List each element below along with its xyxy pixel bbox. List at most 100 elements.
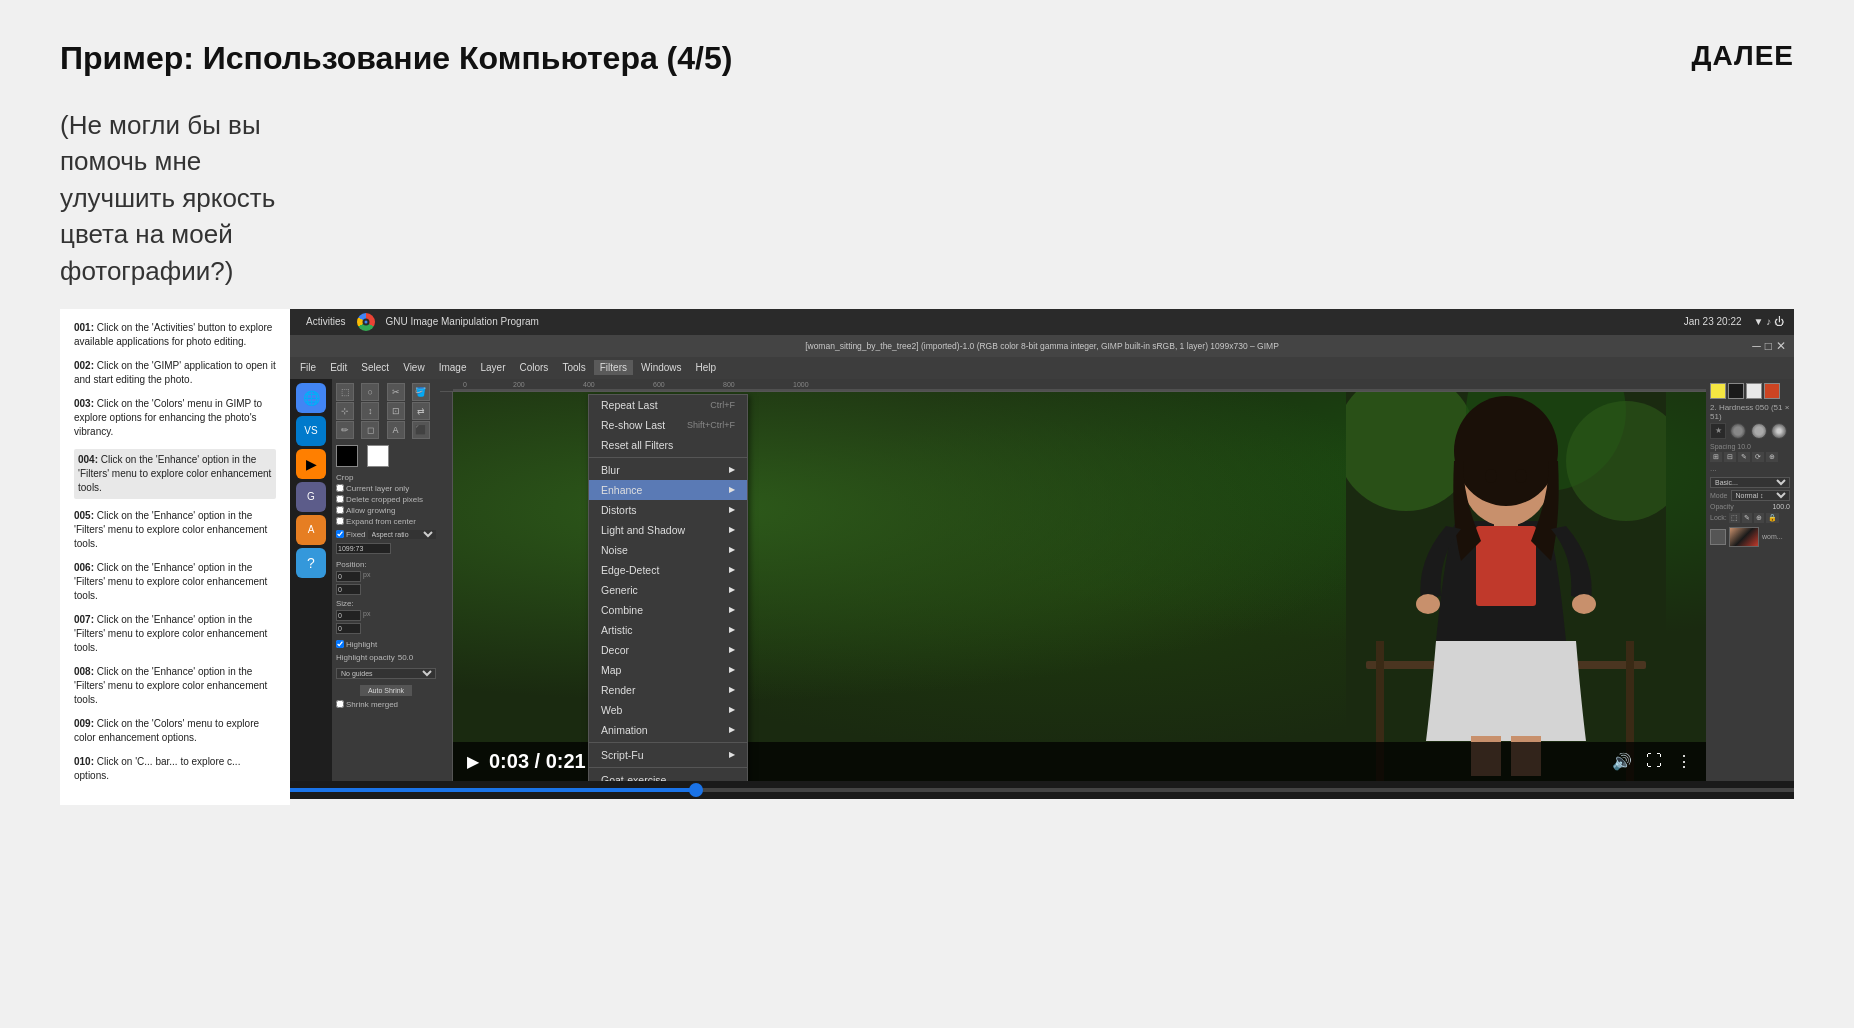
sidebar-icon-vlc[interactable]: ▶	[296, 449, 326, 479]
filter-noise[interactable]: Noise ▶	[589, 540, 747, 560]
menu-tools[interactable]: Tools	[556, 360, 591, 375]
menu-filters[interactable]: Filters	[594, 360, 633, 375]
filter-generic[interactable]: Generic ▶	[589, 580, 747, 600]
tool-btn-crop[interactable]: ⊹	[336, 402, 354, 420]
tool-btn-ellipse[interactable]: ○	[361, 383, 379, 401]
brush-ctrl-3[interactable]: ✎	[1738, 452, 1750, 462]
filter-script-fu[interactable]: Script-Fu ▶	[589, 745, 747, 765]
tool-btn-text[interactable]: A	[387, 421, 405, 439]
menu-colors[interactable]: Colors	[513, 360, 554, 375]
sidebar-icon-help[interactable]: ?	[296, 548, 326, 578]
step-009: 009: Click on the 'Colors' menu to explo…	[74, 717, 276, 745]
gimp-right-panel: 2. Hardness 050 (51 × 51) ★ Spacing 10.0…	[1706, 379, 1794, 781]
blending-mode-select[interactable]: Normal ↕	[1731, 490, 1790, 501]
menu-layer[interactable]: Layer	[474, 360, 511, 375]
filter-combine[interactable]: Combine ▶	[589, 600, 747, 620]
sidebar-icon-vscode[interactable]: VS	[296, 416, 326, 446]
tool-btn-eraser[interactable]: ◻	[361, 421, 379, 439]
menu-select[interactable]: Select	[355, 360, 395, 375]
menu-windows[interactable]: Windows	[635, 360, 688, 375]
fixed-select[interactable]: Aspect ratio	[368, 530, 436, 539]
filter-light-shadow[interactable]: Light and Shadow ▶	[589, 520, 747, 540]
menu-view[interactable]: View	[397, 360, 431, 375]
brush-ctrl-5[interactable]: ⊕	[1766, 452, 1778, 462]
size-w-input[interactable]	[336, 610, 361, 621]
sidebar-icon-gimp[interactable]: G	[296, 482, 326, 512]
filter-reset-all[interactable]: Reset all Filters	[589, 435, 747, 455]
filter-artistic[interactable]: Artistic ▶	[589, 620, 747, 640]
menu-image[interactable]: Image	[433, 360, 473, 375]
swatch-yellow[interactable]	[1710, 383, 1726, 399]
filter-decor[interactable]: Decor ▶	[589, 640, 747, 660]
filter-map[interactable]: Map ▶	[589, 660, 747, 680]
filter-distorts[interactable]: Distorts ▶	[589, 500, 747, 520]
filter-enhance[interactable]: Enhance ▶	[589, 480, 747, 500]
play-button[interactable]: ▶	[467, 752, 479, 771]
brush-circle2[interactable]	[1751, 423, 1767, 439]
filter-reshow-last[interactable]: Re-show Last Shift+Ctrl+F	[589, 415, 747, 435]
lock-paint[interactable]: ✎	[1742, 513, 1752, 523]
chrome-icon[interactable]	[357, 313, 375, 331]
background-color[interactable]	[367, 445, 389, 467]
tool-btn-perspective[interactable]: ⊡	[387, 402, 405, 420]
filter-blur[interactable]: Blur ▶	[589, 460, 747, 480]
tool-btn-transform[interactable]: ↕	[361, 402, 379, 420]
foreground-color[interactable]	[336, 445, 358, 467]
maximize-button[interactable]: □	[1765, 339, 1772, 353]
menu-edit[interactable]: Edit	[324, 360, 353, 375]
tool-btn-paint[interactable]: ✏	[336, 421, 354, 439]
expand-center-checkbox[interactable]	[336, 517, 344, 525]
menu-file[interactable]: File	[294, 360, 322, 375]
filter-animation[interactable]: Animation ▶	[589, 720, 747, 740]
brush-ctrl-2[interactable]: ⊟	[1724, 452, 1736, 462]
progress-handle[interactable]	[689, 783, 703, 797]
swatch-black[interactable]	[1728, 383, 1744, 399]
minimize-button[interactable]: ─	[1752, 339, 1761, 353]
lock-move[interactable]: ⊕	[1754, 513, 1764, 523]
delete-cropped-checkbox[interactable]	[336, 495, 344, 503]
tool-btn-bucket[interactable]: ⬛	[412, 421, 430, 439]
tool-btn-rect-select[interactable]: ⬚	[336, 383, 354, 401]
video-progress-bar[interactable]	[290, 781, 1794, 799]
lock-transparent[interactable]: ⬚	[1729, 513, 1740, 523]
brush-ctrl-1[interactable]: ⊞	[1710, 452, 1722, 462]
layer-eye[interactable]	[1710, 529, 1726, 545]
fullscreen-button[interactable]: ⛶	[1646, 752, 1662, 770]
close-button[interactable]: ✕	[1776, 339, 1786, 353]
sidebar-icon-app[interactable]: A	[296, 515, 326, 545]
layer-thumbnail[interactable]	[1729, 527, 1759, 547]
swatch-white[interactable]	[1746, 383, 1762, 399]
tool-btn-free[interactable]: ✂	[387, 383, 405, 401]
menu-help[interactable]: Help	[690, 360, 723, 375]
allow-growing-checkbox[interactable]	[336, 506, 344, 514]
shrink-merged-checkbox[interactable]	[336, 700, 344, 708]
pos-y-input[interactable]	[336, 584, 361, 595]
swatch-red[interactable]	[1764, 383, 1780, 399]
pos-x-input[interactable]	[336, 571, 361, 582]
brush-soft[interactable]	[1771, 423, 1787, 439]
brush-ctrl-4[interactable]: ⟳	[1752, 452, 1764, 462]
more-options-button[interactable]: ⋮	[1676, 752, 1692, 771]
brush-circle1[interactable]	[1730, 423, 1746, 439]
mode-select[interactable]: Basic...	[1710, 477, 1790, 488]
filter-render[interactable]: Render ▶	[589, 680, 747, 700]
auto-shrink-button[interactable]: Auto Shrink	[360, 685, 412, 696]
volume-button[interactable]: 🔊	[1612, 752, 1632, 771]
tool-btn-flip[interactable]: ⇄	[412, 402, 430, 420]
sidebar-icon-chrome[interactable]: 🌐	[296, 383, 326, 413]
guides-select[interactable]: No guides	[336, 668, 436, 679]
brush-star1[interactable]: ★	[1710, 423, 1726, 439]
next-button[interactable]: ДАЛЕЕ	[1691, 40, 1794, 72]
size-h-input[interactable]	[336, 623, 361, 634]
tool-btn-fuzzy[interactable]: 🪣	[412, 383, 430, 401]
highlight-checkbox[interactable]	[336, 640, 344, 648]
current-layer-checkbox[interactable]	[336, 484, 344, 492]
lock-all[interactable]: 🔒	[1766, 513, 1779, 523]
filter-goat[interactable]: Goat-exercise	[589, 770, 747, 781]
fixed-checkbox[interactable]	[336, 530, 344, 538]
filter-web[interactable]: Web ▶	[589, 700, 747, 720]
filter-repeat-last[interactable]: Repeat Last Ctrl+F	[589, 395, 747, 415]
activities-button[interactable]: Activities	[300, 314, 351, 329]
filter-edge-detect[interactable]: Edge-Detect ▶	[589, 560, 747, 580]
crop-size-input[interactable]	[336, 543, 391, 554]
